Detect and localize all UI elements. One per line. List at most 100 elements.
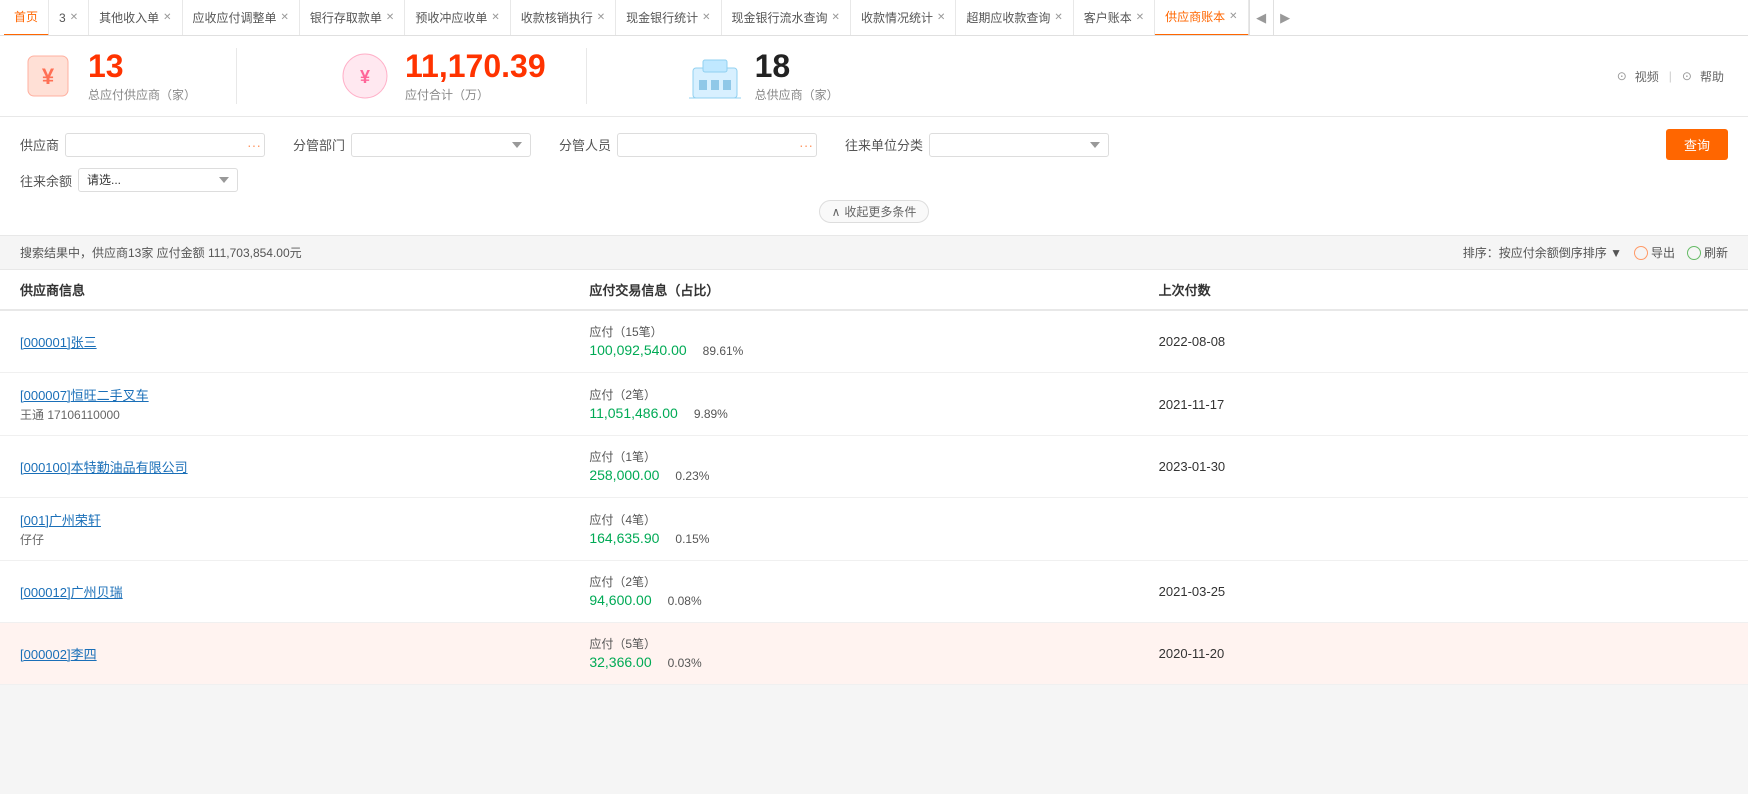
nav-tab-cash-bank-stat[interactable]: 现金银行统计 ✕ [616,0,721,36]
category-select[interactable] [929,133,1109,157]
collapse-button[interactable]: ∧ 收起更多条件 [819,200,930,223]
filter-supplier: 供应商 ··· [20,133,265,157]
tx-amount-6: 32,366.00 [589,654,651,670]
supplier-input-wrap: ··· [65,133,265,157]
supplier-sub-4: 仔仔 [20,531,589,548]
refresh-button[interactable]: 刷新 [1687,244,1728,261]
close-tab-prepay[interactable]: ✕ [491,12,499,23]
close-tab-overdue[interactable]: ✕ [1054,12,1062,23]
supplier-info-4: [001]广州荣轩 仔仔 [20,510,589,548]
result-bar: 搜索结果中，供应商13家 应付金额 111,703,854.00元 排序：按应付… [0,236,1748,270]
supplier-dots-icon[interactable]: ··· [247,137,261,153]
close-tab-3[interactable]: ✕ [70,12,78,23]
nav-tab-prepay[interactable]: 预收冲应收单 ✕ [405,0,510,36]
nav-tab-supplier-account[interactable]: 供应商账本 ✕ [1155,0,1248,36]
close-tab-ap-adj[interactable]: ✕ [281,12,289,23]
person-dots-icon[interactable]: ··· [799,137,813,153]
nav-tab-collection[interactable]: 收款核销执行 ✕ [511,0,616,36]
supplier-info-3: [000100]本特勤油品有限公司 [20,457,589,476]
table-row: [000001]张三 应付（15笔） 100,092,540.00 89.61%… [0,311,1748,373]
stat-icon-suppliers [687,48,743,104]
filter-row-2: 往来余额 请选... [20,168,1728,192]
close-tab-cash-bank-flow[interactable]: ✕ [832,12,840,23]
last-pay-2: 2021-11-17 [1159,397,1728,412]
stat-label-payable: 总应付供应商（家） [88,86,196,103]
tx-amount-3: 258,000.00 [589,467,659,483]
filter-balance: 往来余额 请选... [20,168,238,192]
supplier-input[interactable] [65,133,265,157]
video-label[interactable]: 视频 [1635,68,1659,85]
table-row: [000002]李四 应付（5笔） 32,366.00 0.03% 2020-1… [0,623,1748,685]
last-pay-5: 2021-03-25 [1159,584,1728,599]
close-tab-collection[interactable]: ✕ [597,12,605,23]
close-tab-bank-deposit[interactable]: ✕ [386,12,394,23]
search-button[interactable]: 查询 [1666,129,1728,160]
collapse-label: 收起更多条件 [844,203,916,220]
supplier-link-5[interactable]: [000012] [20,585,71,600]
supplier-info-1: [000001]张三 [20,332,589,351]
stat-suppliers-payable: ¥ 13 总应付供应商（家） [20,48,237,104]
close-tab-cash-bank-stat[interactable]: ✕ [702,12,710,23]
nav-arrow-right[interactable]: ▶ [1273,0,1297,36]
nav-tab-home[interactable]: 首页 [4,0,49,36]
tx-percent-5: 0.08% [668,594,702,608]
filter-dept: 分管部门 [293,133,531,157]
supplier-name-2[interactable]: 恒旺二手叉车 [71,388,149,403]
nav-tab-customer-account[interactable]: 客户账本 ✕ [1074,0,1155,36]
tx-percent-2: 9.89% [694,407,728,421]
tx-percent-4: 0.15% [675,532,709,546]
nav-tab-collection-stat[interactable]: 收款情况统计 ✕ [851,0,956,36]
tx-label-5: 应付（2笔） [589,573,1158,590]
nav-tab-ap-adj[interactable]: 应收应付调整单 ✕ [183,0,300,36]
data-table: 供应商信息 应付交易信息（占比） 上次付数 [000001]张三 应付（15笔）… [0,270,1748,685]
supplier-link-3[interactable]: [000100] [20,460,71,475]
supplier-name-5[interactable]: 广州贝瑞 [71,585,123,600]
help-label[interactable]: 帮助 [1700,68,1724,85]
stat-label-total: 应付合计（万） [405,86,546,103]
supplier-link-4[interactable]: [001] [20,513,49,528]
tx-row-1: 100,092,540.00 89.61% [589,340,1158,360]
filter-person: 分管人员 ··· [559,133,817,157]
close-tab-customer-account[interactable]: ✕ [1136,12,1144,23]
supplier-link-2[interactable]: [000007] [20,388,71,403]
nav-arrow-left[interactable]: ◀ [1249,0,1273,36]
table-row: [000100]本特勤油品有限公司 应付（1笔） 258,000.00 0.23… [0,436,1748,498]
balance-select[interactable]: 请选... [78,168,238,192]
close-tab-supplier-account[interactable]: ✕ [1229,11,1237,22]
close-tab-collection-stat[interactable]: ✕ [937,12,945,23]
stats-actions: ⊙ 视频 | ⊙ 帮助 [1613,68,1728,85]
supplier-filter-label: 供应商 [20,135,59,154]
tx-amount-1: 100,092,540.00 [589,342,686,358]
tx-row-4: 164,635.90 0.15% [589,528,1158,548]
tx-percent-3: 0.23% [675,469,709,483]
stat-content-suppliers: 18 总供应商（家） [755,50,839,103]
tx-label-4: 应付（4笔） [589,511,1158,528]
last-pay-6: 2020-11-20 [1159,646,1728,661]
nav-tab-cash-bank-flow[interactable]: 现金银行流水查询 ✕ [722,0,851,36]
stat-total-suppliers: 18 总供应商（家） [687,48,879,104]
nav-tab-bank-deposit[interactable]: 银行存取款单 ✕ [300,0,405,36]
dept-select[interactable] [351,133,531,157]
nav-tab-other-income[interactable]: 其他收入单 ✕ [89,0,182,36]
supplier-name-6[interactable]: 李四 [71,647,97,662]
tx-info-1: 应付（15笔） 100,092,540.00 89.61% [589,323,1158,360]
supplier-link-6[interactable]: [000002] [20,647,71,662]
person-input[interactable] [617,133,817,157]
sort-arrow-icon: ▼ [1610,246,1622,260]
person-input-wrap: ··· [617,133,817,157]
col-header-lastpay: 上次付数 [1159,280,1728,299]
supplier-name-1[interactable]: 张三 [71,335,97,350]
supplier-name-4[interactable]: 广州荣轩 [49,513,101,528]
sort-button[interactable]: 排序：按应付余额倒序排序 ▼ [1463,244,1622,261]
nav-tab-3[interactable]: 3 ✕ [49,0,89,36]
svg-text:¥: ¥ [360,67,370,87]
stat-content-payable: 13 总应付供应商（家） [88,50,196,103]
supplier-name-3[interactable]: 本特勤油品有限公司 [71,460,188,475]
tx-percent-6: 0.03% [668,656,702,670]
nav-tab-overdue[interactable]: 超期应收款查询 ✕ [956,0,1073,36]
close-tab-other-income[interactable]: ✕ [163,12,171,23]
top-navigation: 首页 3 ✕ 其他收入单 ✕ 应收应付调整单 ✕ 银行存取款单 ✕ 预收冲应收单… [0,0,1748,36]
supplier-link-1[interactable]: [000001] [20,335,71,350]
export-button[interactable]: 导出 [1634,244,1675,261]
table-header: 供应商信息 应付交易信息（占比） 上次付数 [0,270,1748,311]
